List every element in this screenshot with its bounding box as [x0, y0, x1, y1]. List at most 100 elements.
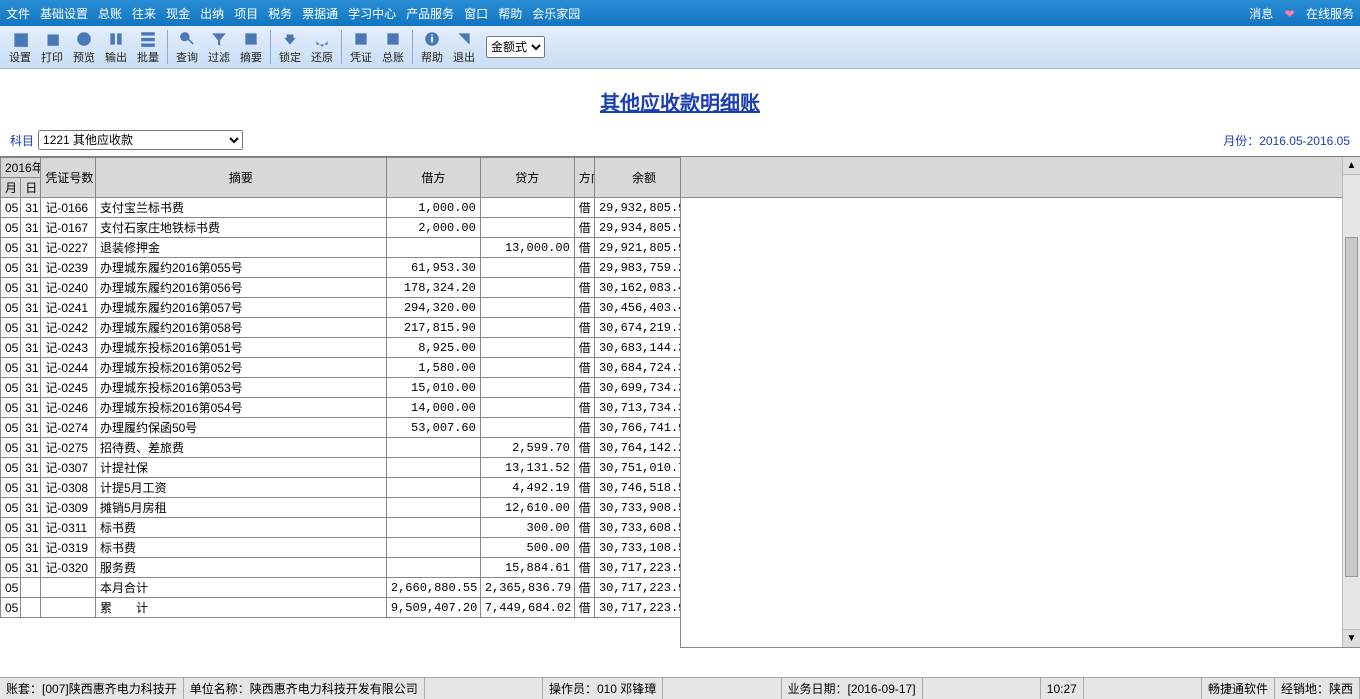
- filter-row: 科目 1221 其他应收款 月份：2016.05-2016.05: [0, 126, 1360, 156]
- table-row[interactable]: 0531记-0308计提5月工资4,492.19借30,746,518.53: [1, 478, 680, 498]
- table-row[interactable]: 0531记-0274办理履约保函50号53,007.60借30,766,741.…: [1, 418, 680, 438]
- toolbar-查询[interactable]: 查询: [171, 27, 203, 67]
- menubar: 文件基础设置总账往来现金出纳项目税务票据通学习中心产品服务窗口帮助会乐家园 消息…: [0, 0, 1360, 26]
- table-row[interactable]: 0531记-0243办理城东投标2016第051号8,925.00借30,683…: [1, 338, 680, 358]
- table-row[interactable]: 05累 计9,509,407.207,449,684.02借30,717,223…: [1, 598, 680, 618]
- header-year: 2016年: [1, 158, 41, 178]
- header-debit: 借方: [386, 158, 480, 198]
- toolbar-icon: [242, 30, 260, 48]
- toolbar-icon: [384, 30, 402, 48]
- toolbar-摘要[interactable]: 摘要: [235, 27, 267, 67]
- table-row[interactable]: 0531记-0242办理城东履约2016第058号217,815.90借30,6…: [1, 318, 680, 338]
- toolbar-buttons: 设置打印预览输出批量查询过滤摘要锁定还原凭证总账帮助退出: [4, 27, 480, 67]
- menu-item-6[interactable]: 项目: [234, 7, 258, 21]
- menu-item-0[interactable]: 文件: [6, 7, 30, 21]
- table-row[interactable]: 0531记-0319标书费500.00借30,733,108.53: [1, 538, 680, 558]
- toolbar-锁定[interactable]: 锁定: [274, 27, 306, 67]
- menu-item-10[interactable]: 产品服务: [406, 7, 454, 21]
- table-row[interactable]: 0531记-0307计提社保13,131.52借30,751,010.72: [1, 458, 680, 478]
- menu-item-9[interactable]: 学习中心: [348, 7, 396, 21]
- grid-body: 0531记-0166支付宝兰标书费1,000.00借29,932,805.940…: [1, 198, 680, 618]
- table-row[interactable]: 0531记-0309摊销5月房租12,610.00借30,733,908.53: [1, 498, 680, 518]
- status-gap1: [425, 678, 543, 699]
- table-row[interactable]: 0531记-0241办理城东履约2016第057号294,320.00借30,4…: [1, 298, 680, 318]
- account-filter: 科目 1221 其他应收款: [10, 130, 243, 150]
- grid-blank-area: ▲ ▼: [680, 157, 1360, 648]
- toolbar-批量[interactable]: 批量: [132, 27, 164, 67]
- toolbar-退出[interactable]: 退出: [448, 27, 480, 67]
- vertical-scrollbar[interactable]: ▲ ▼: [1342, 157, 1360, 647]
- scroll-thumb[interactable]: [1345, 237, 1358, 577]
- report-title[interactable]: 其他应收款明细账: [600, 93, 760, 115]
- menu-item-8[interactable]: 票据通: [302, 7, 338, 21]
- header-balance: 余额: [594, 158, 679, 198]
- menu-item-7[interactable]: 税务: [268, 7, 292, 21]
- menubar-left: 文件基础设置总账往来现金出纳项目税务票据通学习中心产品服务窗口帮助会乐家园: [6, 5, 590, 22]
- account-select[interactable]: 1221 其他应收款: [38, 130, 243, 150]
- status-gap4: [1084, 678, 1202, 699]
- status-gap3: [923, 678, 1041, 699]
- status-operator: 操作员：010 邓锋璋: [543, 678, 663, 699]
- menu-online-service[interactable]: 在线服务: [1306, 7, 1354, 21]
- table-row[interactable]: 0531记-0311标书费300.00借30,733,608.53: [1, 518, 680, 538]
- status-book: 账套：[007]陕西惠齐电力科技开: [0, 678, 184, 699]
- statusbar: 账套：[007]陕西惠齐电力科技开 单位名称：陕西惠齐电力科技开发有限公司 操作…: [0, 677, 1360, 699]
- toolbar-icon: [352, 30, 370, 48]
- table-row[interactable]: 0531记-0240办理城东履约2016第056号178,324.20借30,1…: [1, 278, 680, 298]
- menubar-right: 消息 ❤ 在线服务: [1241, 5, 1354, 22]
- table-row[interactable]: 0531记-0227退装修押金13,000.00借29,921,805.94: [1, 238, 680, 258]
- menu-item-12[interactable]: 帮助: [498, 7, 522, 21]
- table-row[interactable]: 0531记-0239办理城东履约2016第055号61,953.30借29,98…: [1, 258, 680, 278]
- toolbar-icon: [43, 30, 61, 48]
- status-vendor: 畅捷通软件: [1202, 678, 1275, 699]
- toolbar-输出[interactable]: 输出: [100, 27, 132, 67]
- status-region: 经销地：陕西: [1275, 678, 1360, 699]
- table-row[interactable]: 0531记-0245办理城东投标2016第053号15,010.00借30,69…: [1, 378, 680, 398]
- period-label: 月份：: [1223, 134, 1259, 148]
- toolbar-icon: [75, 30, 93, 48]
- grid-scroll: 2016年 凭证号数 摘要 借方 贷方 方向 余额 月 日 0531记-0166…: [0, 157, 680, 648]
- table-row[interactable]: 05本月合计2,660,880.552,365,836.79借30,717,22…: [1, 578, 680, 598]
- grid-header: 2016年 凭证号数 摘要 借方 贷方 方向 余额 月 日: [1, 158, 680, 198]
- table-row[interactable]: 0531记-0166支付宝兰标书费1,000.00借29,932,805.94: [1, 198, 680, 218]
- table-row[interactable]: 0531记-0320服务费15,884.61借30,717,223.92: [1, 558, 680, 578]
- toolbar-还原[interactable]: 还原: [306, 27, 338, 67]
- table-row[interactable]: 0531记-0246办理城东投标2016第054号14,000.00借30,71…: [1, 398, 680, 418]
- menu-item-2[interactable]: 总账: [98, 7, 122, 21]
- toolbar-打印[interactable]: 打印: [36, 27, 68, 67]
- toolbar-预览[interactable]: 预览: [68, 27, 100, 67]
- table-row[interactable]: 0531记-0275招待费、差旅费2,599.70借30,764,142.24: [1, 438, 680, 458]
- menu-item-4[interactable]: 现金: [166, 7, 190, 21]
- menu-item-1[interactable]: 基础设置: [40, 7, 88, 21]
- amount-mode-combo[interactable]: 金额式: [486, 36, 545, 58]
- report-title-area: 其他应收款明细账: [0, 69, 1360, 126]
- toolbar-过滤[interactable]: 过滤: [203, 27, 235, 67]
- menu-item-3[interactable]: 往来: [132, 7, 156, 21]
- toolbar-设置[interactable]: 设置: [4, 27, 36, 67]
- scroll-down-icon[interactable]: ▼: [1343, 629, 1360, 647]
- header-voucher: 凭证号数: [41, 158, 96, 198]
- toolbar-icon: [455, 30, 473, 48]
- table-row[interactable]: 0531记-0167支付石家庄地铁标书费2,000.00借29,934,805.…: [1, 218, 680, 238]
- menu-item-11[interactable]: 窗口: [464, 7, 488, 21]
- toolbar-凭证[interactable]: 凭证: [345, 27, 377, 67]
- menu-item-5[interactable]: 出纳: [200, 7, 224, 21]
- scroll-up-icon[interactable]: ▲: [1343, 157, 1360, 175]
- grid-wrap: 2016年 凭证号数 摘要 借方 贷方 方向 余额 月 日 0531记-0166…: [0, 156, 1360, 648]
- header-direction: 方向: [574, 158, 594, 198]
- header-month: 月: [1, 178, 21, 198]
- toolbar-总账[interactable]: 总账: [377, 27, 409, 67]
- period-display: 月份：2016.05-2016.05: [1223, 132, 1350, 149]
- amount-mode-select[interactable]: 金额式: [486, 36, 545, 58]
- menu-item-13[interactable]: 会乐家园: [532, 7, 580, 21]
- status-bizdate: 业务日期：[2016-09-17]: [782, 678, 923, 699]
- toolbar-帮助[interactable]: 帮助: [416, 27, 448, 67]
- header-credit: 贷方: [480, 158, 574, 198]
- ledger-grid: 2016年 凭证号数 摘要 借方 贷方 方向 余额 月 日 0531记-0166…: [0, 157, 680, 618]
- status-company: 单位名称：陕西惠齐电力科技开发有限公司: [184, 678, 425, 699]
- account-label: 科目: [10, 132, 34, 149]
- table-row[interactable]: 0531记-0244办理城东投标2016第052号1,580.00借30,684…: [1, 358, 680, 378]
- toolbar-icon: [423, 30, 441, 48]
- menu-messages[interactable]: 消息: [1249, 7, 1273, 21]
- status-gap2: [663, 678, 781, 699]
